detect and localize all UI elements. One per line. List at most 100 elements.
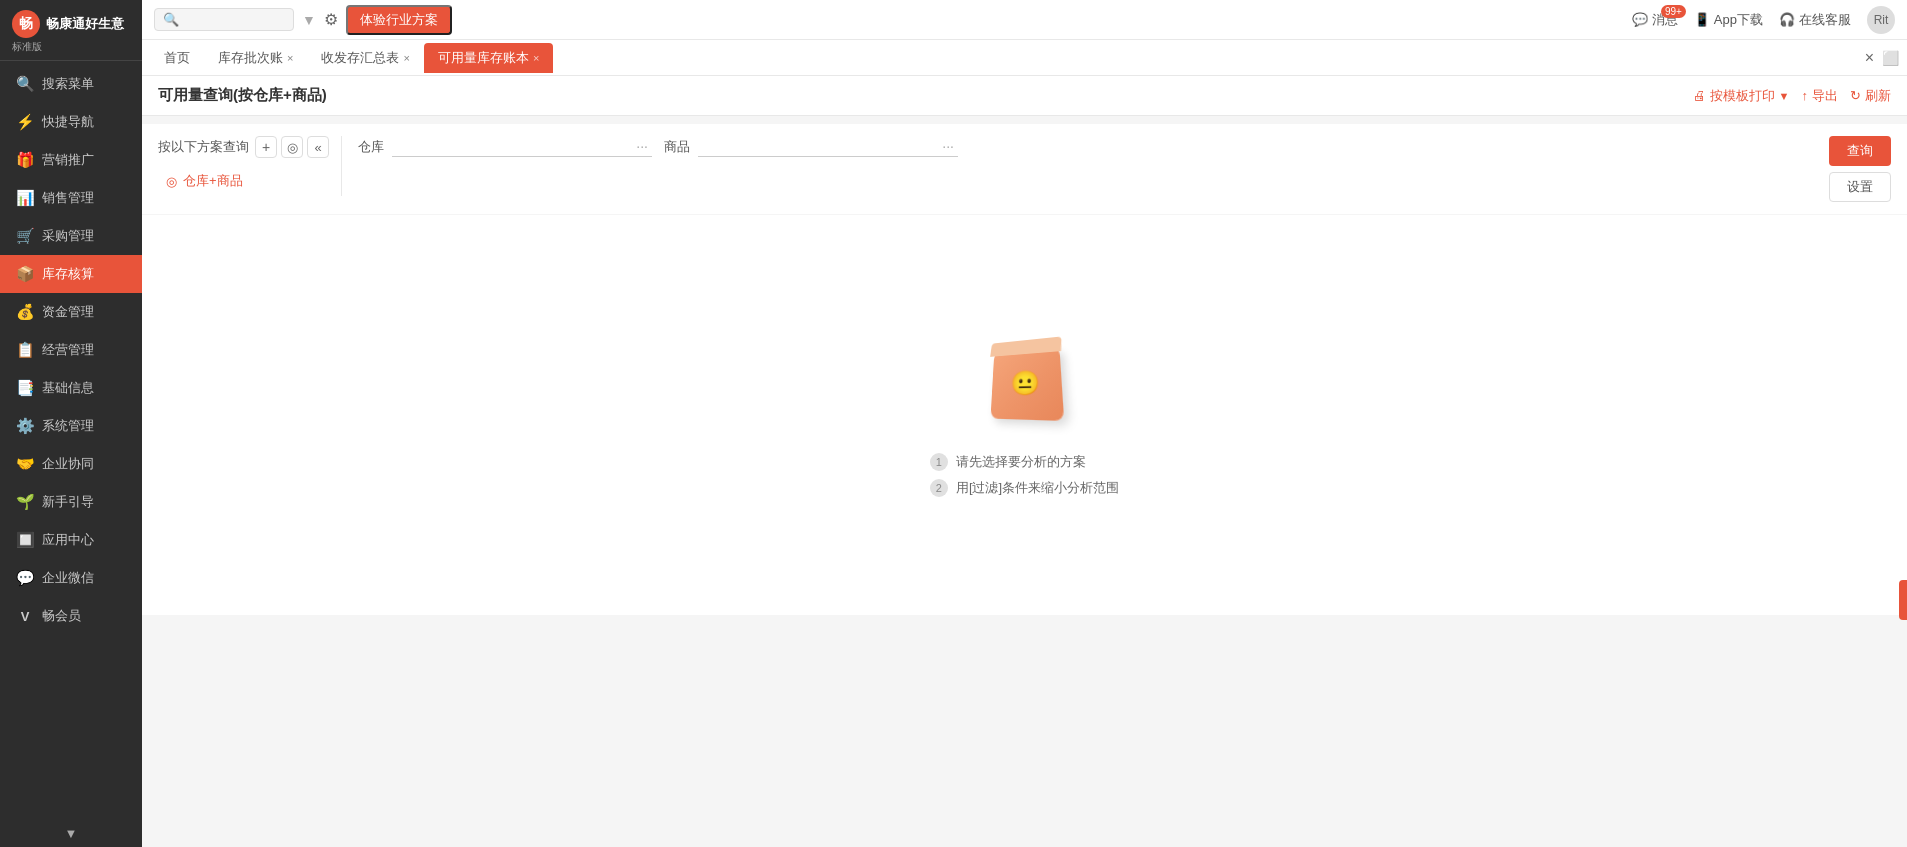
sales-icon: 📊 <box>16 189 34 207</box>
wechat-icon: 💬 <box>16 569 34 587</box>
sidebar-item-newbie[interactable]: 🌱 新手引导 <box>0 483 142 521</box>
online-service[interactable]: 🎧 在线客服 <box>1779 11 1851 29</box>
print-action[interactable]: 🖨 按模板打印 ▼ <box>1693 87 1790 105</box>
app-download[interactable]: 📱 App下载 <box>1694 11 1763 29</box>
app-icon: 📱 <box>1694 12 1710 27</box>
warehouse-input-box[interactable]: ··· <box>392 136 652 157</box>
sidebar-item-label: 新手引导 <box>42 493 94 511</box>
empty-tip-1: 1 请先选择要分析的方案 <box>930 453 1119 471</box>
marketing-icon: 🎁 <box>16 151 34 169</box>
sidebar-scroll-down[interactable]: ▼ <box>0 820 142 847</box>
tab-inventory-summary[interactable]: 收发存汇总表 × <box>307 43 423 73</box>
filter-scheme-actions: + ◎ « <box>255 136 329 158</box>
refresh-action[interactable]: ↻ 刷新 <box>1850 87 1891 105</box>
sidebar-item-enterprise[interactable]: 🤝 企业协同 <box>0 445 142 483</box>
newbie-icon: 🌱 <box>16 493 34 511</box>
filter-actions: 查询 设置 <box>1829 136 1891 202</box>
filter-fields: 仓库 ··· 商品 ··· <box>342 136 1813 157</box>
page-content: 可用量查询(按仓库+商品) 🖨 按模板打印 ▼ ↑ 导出 ↻ 刷新 <box>142 76 1907 847</box>
filter-scheme-item-warehouse-product[interactable]: ◎ 仓库+商品 <box>158 166 329 196</box>
product-more-icon[interactable]: ··· <box>942 138 954 154</box>
filter-field-product: 商品 ··· <box>664 136 958 157</box>
empty-tips: 1 请先选择要分析的方案 2 用[过滤]条件来缩小分析范围 <box>930 453 1119 497</box>
export-action[interactable]: ↑ 导出 <box>1802 87 1839 105</box>
appstore-icon: 🔲 <box>16 531 34 549</box>
filter-scheme-collapse[interactable]: « <box>307 136 329 158</box>
sidebar-item-label: 快捷导航 <box>42 113 94 131</box>
right-scroll-indicator <box>1899 580 1907 620</box>
sidebar-item-label: 系统管理 <box>42 417 94 435</box>
tab-available-stock[interactable]: 可用量库存账本 × <box>424 43 553 73</box>
sidebar-item-basic[interactable]: 📑 基础信息 <box>0 369 142 407</box>
sidebar-header: 畅 畅康通好生意 标准版 <box>0 0 142 61</box>
empty-state: 😐 1 请先选择要分析的方案 2 用[过滤]条件来缩小分析范围 <box>142 215 1907 615</box>
sidebar-item-finance[interactable]: 💰 资金管理 <box>0 293 142 331</box>
tab-available-close[interactable]: × <box>533 52 539 64</box>
refresh-label: 刷新 <box>1865 87 1891 105</box>
filter-scheme-settings[interactable]: ◎ <box>281 136 303 158</box>
top-header: 🔍 ▼ ⚙ 体验行业方案 💬 消息 99+ 📱 App下载 🎧 在线客服 R <box>142 0 1907 40</box>
message-icon: 💬 <box>1632 12 1648 27</box>
message-badge[interactable]: 💬 消息 99+ <box>1632 11 1678 29</box>
search-box[interactable]: 🔍 <box>154 8 294 31</box>
sidebar-item-label: 库存核算 <box>42 265 94 283</box>
sidebar-item-operation[interactable]: 📋 经营管理 <box>0 331 142 369</box>
query-button[interactable]: 查询 <box>1829 136 1891 166</box>
main-area: 🔍 ▼ ⚙ 体验行业方案 💬 消息 99+ 📱 App下载 🎧 在线客服 R <box>142 0 1907 847</box>
tab-available-label: 可用量库存账本 <box>438 49 529 67</box>
search-input[interactable] <box>183 13 283 27</box>
sidebar-item-label: 采购管理 <box>42 227 94 245</box>
basic-icon: 📑 <box>16 379 34 397</box>
inventory-icon: 📦 <box>16 265 34 283</box>
tip-text-2: 用[过滤]条件来缩小分析范围 <box>956 479 1119 497</box>
scheme-icon: ◎ <box>166 174 177 189</box>
sidebar-item-label: 搜索菜单 <box>42 75 94 93</box>
search-icon: 🔍 <box>16 75 34 93</box>
sidebar-item-marketing[interactable]: 🎁 营销推广 <box>0 141 142 179</box>
tab-close-icon[interactable]: × <box>1865 49 1874 67</box>
page-header: 可用量查询(按仓库+商品) 🖨 按模板打印 ▼ ↑ 导出 ↻ 刷新 <box>142 76 1907 116</box>
tab-home[interactable]: 首页 <box>150 43 204 73</box>
sidebar-item-purchase[interactable]: 🛒 采购管理 <box>0 217 142 255</box>
settings-button[interactable]: 设置 <box>1829 172 1891 202</box>
filter-scheme-add[interactable]: + <box>255 136 277 158</box>
sidebar-item-wechat[interactable]: 💬 企业微信 <box>0 559 142 597</box>
sidebar-item-appstore[interactable]: 🔲 应用中心 <box>0 521 142 559</box>
tab-summary-label: 收发存汇总表 <box>321 49 399 67</box>
sidebar-nav: 🔍 搜索菜单 ⚡ 快捷导航 🎁 营销推广 📊 销售管理 🛒 采购管理 📦 库存核… <box>0 61 142 820</box>
tab-maximize-icon[interactable]: ⬜ <box>1882 50 1899 66</box>
sidebar-item-member[interactable]: V 畅会员 <box>0 597 142 635</box>
product-input-box[interactable]: ··· <box>698 136 958 157</box>
product-input[interactable] <box>702 139 938 154</box>
sidebar-item-inventory[interactable]: 📦 库存核算 <box>0 255 142 293</box>
tab-summary-close[interactable]: × <box>403 52 409 64</box>
sidebar-item-system[interactable]: ⚙️ 系统管理 <box>0 407 142 445</box>
tabs-bar: 首页 库存批次账 × 收发存汇总表 × 可用量库存账本 × × ⬜ <box>142 40 1907 76</box>
service-icon: 🎧 <box>1779 12 1795 27</box>
sidebar-item-search[interactable]: 🔍 搜索菜单 <box>0 65 142 103</box>
system-icon: ⚙️ <box>16 417 34 435</box>
tabs-actions: × ⬜ <box>1865 49 1899 67</box>
member-icon: V <box>16 607 34 625</box>
filter-scheme-header: 按以下方案查询 + ◎ « <box>158 136 329 158</box>
scheme-item-label: 仓库+商品 <box>183 172 243 190</box>
page-title: 可用量查询(按仓库+商品) <box>158 86 327 105</box>
enterprise-icon: 🤝 <box>16 455 34 473</box>
trial-button[interactable]: 体验行业方案 <box>346 5 452 35</box>
sidebar-item-label: 经营管理 <box>42 341 94 359</box>
refresh-icon: ↻ <box>1850 88 1861 103</box>
sidebar-item-label: 畅会员 <box>42 607 81 625</box>
sidebar-item-shortcut[interactable]: ⚡ 快捷导航 <box>0 103 142 141</box>
product-label: 商品 <box>664 138 690 156</box>
chevron-down-icon[interactable]: ▼ <box>302 12 316 28</box>
export-icon: ↑ <box>1802 88 1809 103</box>
tab-batch-close[interactable]: × <box>287 52 293 64</box>
sidebar-item-sales[interactable]: 📊 销售管理 <box>0 179 142 217</box>
search-icon: 🔍 <box>163 12 179 27</box>
sidebar-logo: 畅 畅康通好生意 <box>12 10 130 38</box>
user-avatar-area[interactable]: Rit <box>1867 6 1895 34</box>
tab-batch-accounts[interactable]: 库存批次账 × <box>204 43 307 73</box>
gear-icon[interactable]: ⚙ <box>324 10 338 29</box>
warehouse-more-icon[interactable]: ··· <box>636 138 648 154</box>
warehouse-input[interactable] <box>396 139 632 154</box>
